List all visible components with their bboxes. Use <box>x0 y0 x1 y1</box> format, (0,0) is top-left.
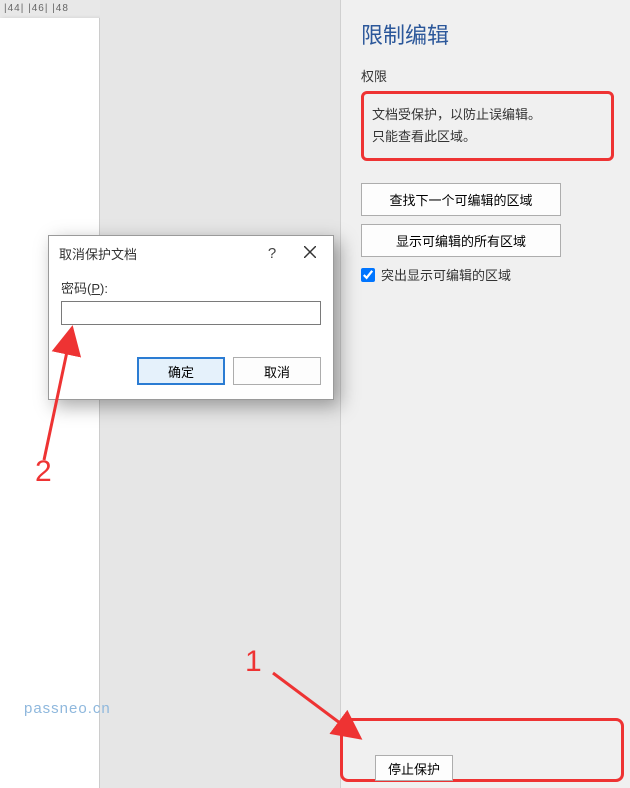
password-label: 密码(P): <box>61 278 321 297</box>
highlight-editable-checkbox-row[interactable]: 突出显示可编辑的区域 <box>361 265 614 284</box>
highlight-editable-checkbox[interactable] <box>361 268 375 282</box>
password-input[interactable] <box>61 301 321 325</box>
document-page <box>0 18 100 788</box>
info-line-1: 文档受保护，以防止误编辑。 <box>372 104 603 126</box>
protection-info-box: 文档受保护，以防止误编辑。 只能查看此区域。 <box>361 91 614 161</box>
unprotect-dialog: 取消保护文档 ? 密码(P): 确定 取消 <box>48 235 334 400</box>
cancel-button[interactable]: 取消 <box>233 357 321 385</box>
annotation-label-1: 1 <box>245 645 262 679</box>
dialog-title-text: 取消保护文档 <box>59 244 137 263</box>
dialog-help-button[interactable]: ? <box>253 238 291 268</box>
dialog-titlebar: 取消保护文档 ? <box>49 236 333 270</box>
permissions-label: 权限 <box>361 66 614 85</box>
highlight-editable-label: 突出显示可编辑的区域 <box>381 265 511 284</box>
find-next-editable-button[interactable]: 查找下一个可编辑的区域 <box>361 183 561 216</box>
ok-button[interactable]: 确定 <box>137 357 225 385</box>
close-icon <box>304 245 316 262</box>
stop-protection-button[interactable]: 停止保护 <box>375 755 453 781</box>
info-line-2: 只能查看此区域。 <box>372 126 603 148</box>
annotation-label-2: 2 <box>35 455 52 489</box>
watermark: passneo.cn <box>24 700 111 717</box>
restrict-editing-pane: 限制编辑 权限 文档受保护，以防止误编辑。 只能查看此区域。 查找下一个可编辑的… <box>340 0 630 788</box>
dialog-close-button[interactable] <box>291 238 329 268</box>
show-all-editable-button[interactable]: 显示可编辑的所有区域 <box>361 224 561 257</box>
pane-title: 限制编辑 <box>361 18 614 50</box>
